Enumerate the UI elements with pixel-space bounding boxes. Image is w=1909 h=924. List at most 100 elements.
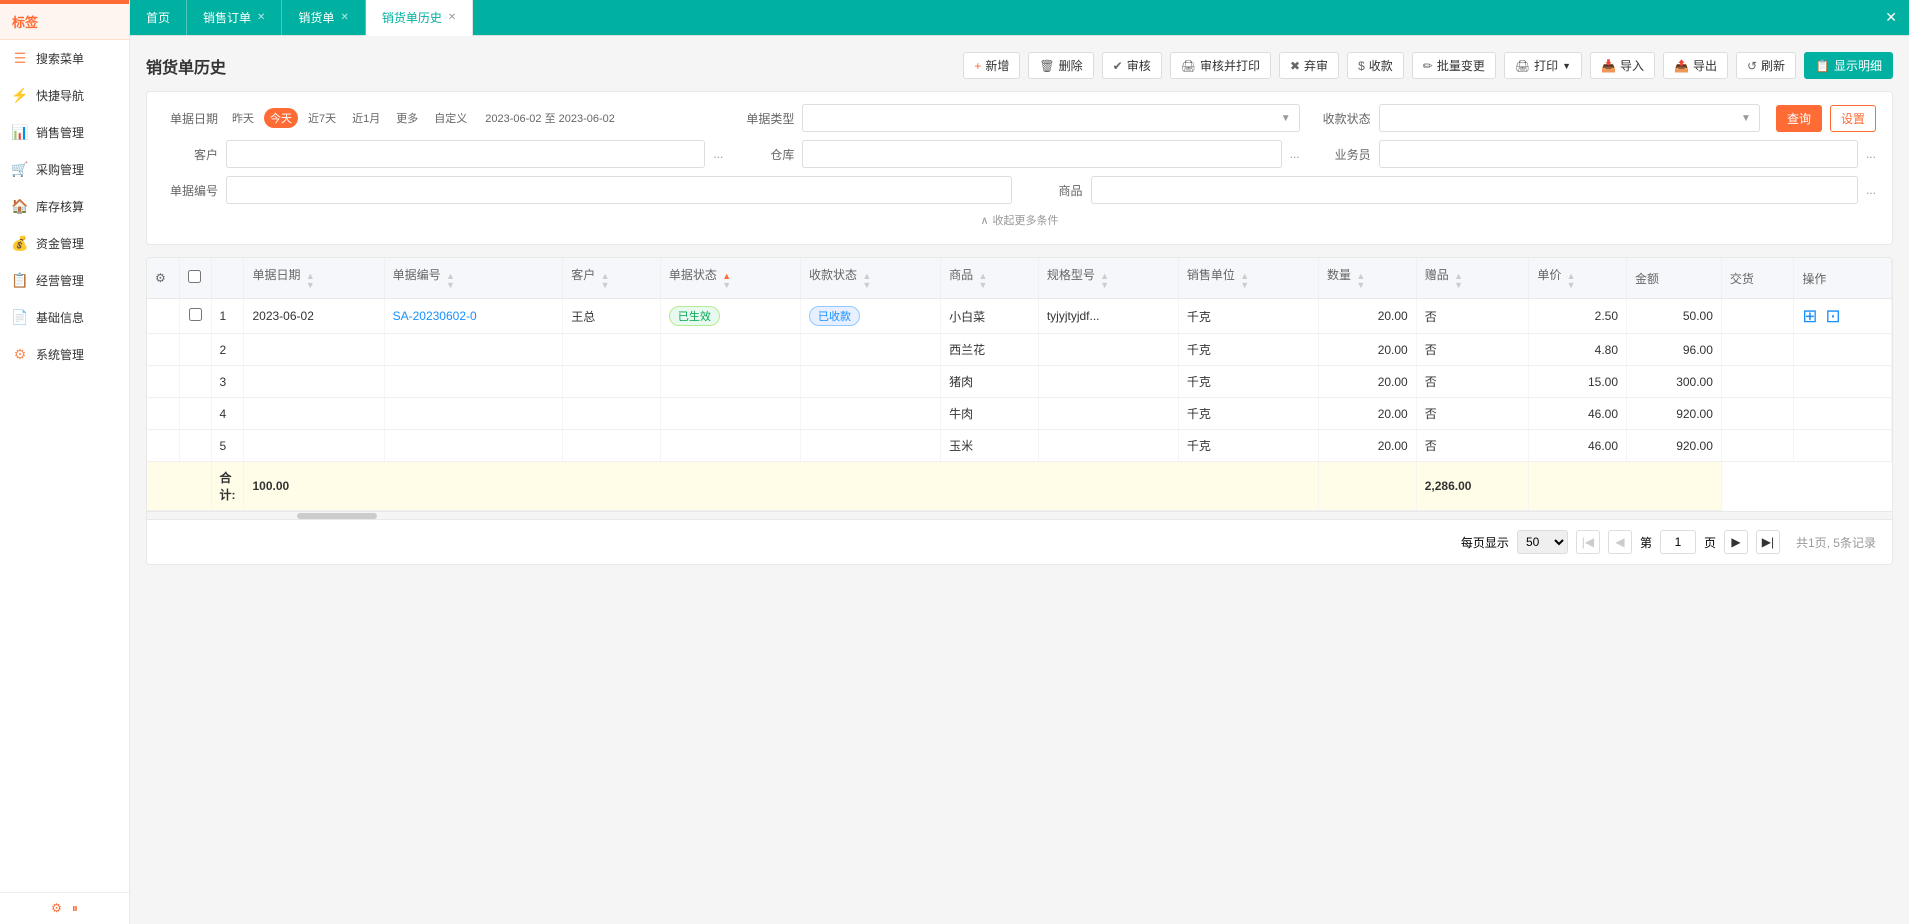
tab-sales-order[interactable]: 销售订单 ✕	[187, 0, 282, 36]
sidebar-item-operations[interactable]: 📋 经营管理	[0, 262, 129, 299]
cell-doc-no[interactable]: SA-20230602-0	[384, 299, 563, 334]
th-payment-status[interactable]: 收款状态 ▲▼	[801, 258, 941, 299]
import-button[interactable]: 📥 导入	[1590, 52, 1655, 79]
audit-print-button[interactable]: 🖨 审核并打印	[1170, 52, 1271, 79]
tab-sales-order-close[interactable]: ✕	[257, 12, 265, 23]
tab-home[interactable]: 首页	[130, 0, 187, 36]
date-tag-1month[interactable]: 近1月	[346, 108, 386, 128]
date-tag-today[interactable]: 今天	[264, 108, 298, 128]
th-gift[interactable]: 赠品 ▲▼	[1416, 258, 1529, 299]
sidebar-settings-icon[interactable]: ⚙	[51, 901, 62, 916]
tab-sales-history-close[interactable]: ✕	[448, 12, 456, 23]
edit-action[interactable]: ⊞	[1802, 307, 1817, 325]
per-page-select[interactable]: 50 100	[1517, 530, 1568, 554]
sidebar-item-finance[interactable]: 💰 资金管理	[0, 225, 129, 262]
sidebar-item-purchase-mgmt[interactable]: 🛒 采购管理	[0, 151, 129, 188]
collapse-row: ∧ 收起更多条件	[163, 212, 1876, 228]
first-page-button[interactable]: |◀	[1576, 530, 1600, 554]
page-header: 销货单历史 + 新增 🗑 删除 ✔ 审核 🖨 审核并打印	[146, 52, 1893, 79]
th-goods[interactable]: 商品 ▲▼	[941, 258, 1039, 299]
cell-doc-no[interactable]	[384, 398, 563, 430]
customer-ellipsis[interactable]: ...	[713, 147, 723, 161]
refresh-button[interactable]: ↺ 刷新	[1736, 52, 1796, 79]
plus-icon: +	[974, 59, 981, 73]
summary-amount: 2,286.00	[1425, 479, 1472, 493]
salesperson-ellipsis[interactable]: ...	[1866, 147, 1876, 161]
sidebar-item-quick-nav[interactable]: ⚡ 快捷导航	[0, 77, 129, 114]
cell-checkbox[interactable]	[179, 398, 211, 430]
cell-checkbox[interactable]	[179, 366, 211, 398]
summary-spacer	[1319, 462, 1417, 511]
th-unit[interactable]: 销售单位 ▲▼	[1178, 258, 1318, 299]
date-tag-more[interactable]: 更多	[390, 108, 424, 128]
th-quantity[interactable]: 数量 ▲▼	[1319, 258, 1417, 299]
cell-doc-no[interactable]	[384, 334, 563, 366]
sidebar-collapse-icon[interactable]: ⏸	[72, 901, 78, 916]
cell-checkbox[interactable]	[179, 334, 211, 366]
sort-arrows-unit: ▲▼	[1240, 272, 1249, 290]
filter-group-goods: 商品 ...	[1028, 176, 1877, 204]
th-settings[interactable]: ⚙	[147, 258, 179, 299]
th-doc-no[interactable]: 单据编号 ▲▼	[384, 258, 563, 299]
cell-payment-status	[801, 366, 941, 398]
prev-page-button[interactable]: ◀	[1608, 530, 1632, 554]
tab-sales-goods[interactable]: 销货单 ✕	[282, 0, 365, 36]
table-row: 1 2023-06-02 SA-20230602-0 王总 已生效 已收款 小白…	[147, 299, 1892, 334]
page-number-input[interactable]	[1660, 530, 1696, 554]
new-button[interactable]: + 新增	[963, 52, 1020, 79]
salesperson-input[interactable]	[1379, 140, 1858, 168]
query-button[interactable]: 查询	[1776, 105, 1822, 132]
cell-unit-price: 46.00	[1529, 398, 1627, 430]
more-action[interactable]: ⊡	[1825, 307, 1840, 325]
print-button[interactable]: 🖨 打印 ▼	[1504, 52, 1582, 79]
sidebar-item-inventory[interactable]: 🏠 库存核算	[0, 188, 129, 225]
warehouse-input[interactable]	[802, 140, 1281, 168]
sidebar-item-system-mgmt[interactable]: ⚙ 系统管理	[0, 336, 129, 373]
customer-input[interactable]	[226, 140, 705, 168]
cell-checkbox[interactable]	[179, 430, 211, 462]
filter-group-doc-type: 单据类型 ▼	[739, 104, 1299, 132]
close-all-tabs-button[interactable]: ✕	[1873, 9, 1909, 26]
cell-settings	[147, 299, 179, 334]
th-spec[interactable]: 规格型号 ▲▼	[1038, 258, 1178, 299]
doc-type-select[interactable]: ▼	[802, 104, 1299, 132]
th-customer[interactable]: 客户 ▲▼	[563, 258, 661, 299]
date-tag-7days[interactable]: 近7天	[302, 108, 342, 128]
sidebar-item-label: 基础信息	[36, 309, 84, 326]
audit-button[interactable]: ✔ 审核	[1102, 52, 1162, 79]
th-unit-price[interactable]: 单价 ▲▼	[1529, 258, 1627, 299]
cell-doc-date: 2023-06-02	[244, 299, 384, 334]
abandon-button[interactable]: ✖ 弃审	[1279, 52, 1339, 79]
select-all-checkbox[interactable]	[188, 270, 201, 283]
sidebar-item-basic-info[interactable]: 📄 基础信息	[0, 299, 129, 336]
cell-checkbox[interactable]	[179, 299, 211, 334]
tab-sales-history[interactable]: 销货单历史 ✕	[366, 0, 473, 36]
cell-doc-no[interactable]	[384, 366, 563, 398]
sidebar-item-sales-mgmt[interactable]: 📊 销售管理	[0, 114, 129, 151]
show-detail-button[interactable]: 📋 显示明细	[1804, 52, 1893, 79]
cell-doc-no[interactable]	[384, 430, 563, 462]
collect-button[interactable]: $ 收款	[1347, 52, 1404, 79]
goods-ellipsis[interactable]: ...	[1866, 183, 1876, 197]
last-page-button[interactable]: ▶|	[1756, 530, 1780, 554]
row-checkbox[interactable]	[189, 308, 202, 321]
delete-button[interactable]: 🗑 删除	[1028, 52, 1093, 79]
table-row: 4 牛肉 千克 20.00 否 46.00 920.00	[147, 398, 1892, 430]
date-tag-custom[interactable]: 自定义	[428, 108, 473, 128]
batch-change-button[interactable]: ✏ 批量变更	[1412, 52, 1496, 79]
export-button[interactable]: 📤 导出	[1663, 52, 1728, 79]
goods-input[interactable]	[1091, 176, 1858, 204]
th-doc-date[interactable]: 单据日期 ▲▼	[244, 258, 384, 299]
th-checkbox[interactable]	[179, 258, 211, 299]
settings-button[interactable]: 设置	[1830, 105, 1876, 132]
th-doc-status[interactable]: 单据状态 ▲▼	[660, 258, 800, 299]
sidebar-item-search-menu[interactable]: ☰ 搜索菜单	[0, 40, 129, 77]
table-header-row: ⚙ 单据日期 ▲▼ 单据编号 ▲▼	[147, 258, 1892, 299]
doc-no-input[interactable]	[226, 176, 1012, 204]
payment-status-select[interactable]: ▼	[1379, 104, 1760, 132]
tab-sales-goods-close[interactable]: ✕	[340, 12, 348, 23]
date-tag-yesterday[interactable]: 昨天	[226, 108, 260, 128]
warehouse-ellipsis[interactable]: ...	[1290, 147, 1300, 161]
next-page-button[interactable]: ▶	[1724, 530, 1748, 554]
collapse-button[interactable]: ∧ 收起更多条件	[980, 212, 1058, 228]
